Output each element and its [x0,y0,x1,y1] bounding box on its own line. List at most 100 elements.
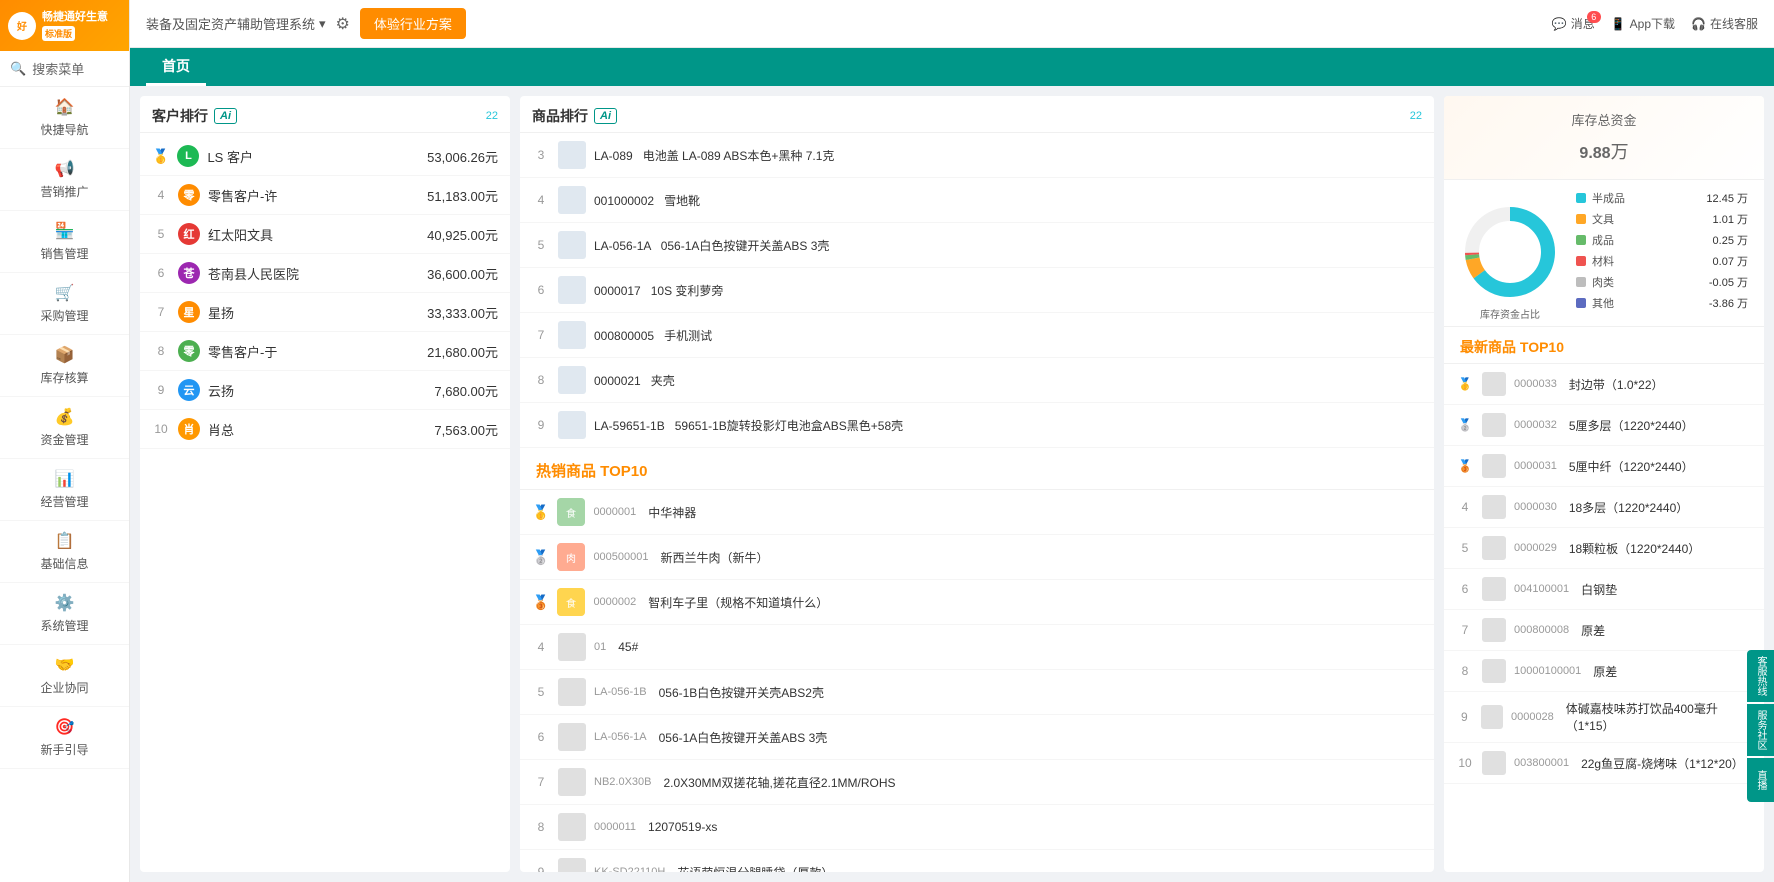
product-info: LA-59651-1B 59651-1B旋转投影灯电池盒ABS黑色+58壳 [594,417,1422,434]
customer-name: LS 客户 [207,147,419,166]
right-panel: 库存总资金 9.88万 [1444,96,1764,872]
product-image [1482,618,1506,642]
product-ranking-count: 22 [1410,110,1422,122]
latest-title-suffix: TOP10 [1516,339,1564,355]
logo-icon: 好 [8,12,36,40]
hot-product-code: 0000001 [593,506,636,518]
notifications-btn[interactable]: 💬 消息 6 [1552,15,1595,32]
hot-product-item: 🥇 食 0000001 中华神器 [520,490,1434,535]
hot-products-suffix: TOP10 [596,463,647,480]
customer-rank-item: 8 零 零售客户-于 21,680.00元 [140,332,510,371]
inventory-summary: 库存总资金 9.88万 [1444,96,1764,180]
basic-icon: 📋 [55,531,75,551]
rank-number: 6 [152,266,170,280]
lp-code: 004100001 [1514,583,1569,595]
rank-badge: L [177,145,199,167]
right-panel-inner: 库存总资金 9.88万 [1444,96,1764,872]
mobile-icon: 📱 [1611,17,1626,31]
customer-rank-item: 6 苍 苍南县人民医院 36,600.00元 [140,254,510,293]
product-info: 0000017 10S 变利萝旁 [594,282,1422,299]
hot-product-name: 智利车子里（规格不知道填什么） [648,594,828,611]
sidebar-item-quick-nav[interactable]: 🏠 快捷导航 [0,87,129,149]
sidebar-item-enterprise[interactable]: 🤝 企业协同 [0,645,129,707]
customer-rank-item: 4 零 零售客户-许 51,183.00元 [140,176,510,215]
lp-name: 22g鱼豆腐-烧烤味（1*12*20） [1581,755,1744,772]
settings-icon[interactable]: ⚙ [336,14,350,34]
product-rank-num: 5 [532,238,550,252]
hot-product-code: KK-SD22110H [594,866,665,872]
product-image: 食 [557,588,585,616]
sidebar-item-sales[interactable]: 🏪 销售管理 [0,211,129,273]
product-image [558,321,586,349]
rank-number: 5 [152,227,170,241]
content-area: 客户排行 Ai 22 🥇 L LS 客户 53,006.26元 4 零 零售客户… [130,86,1774,882]
lp-code: 0000033 [1514,378,1557,390]
chevron-down-icon: ▾ [319,16,326,32]
sidebar-item-basic[interactable]: 📋 基础信息 [0,521,129,583]
tab-home[interactable]: 首页 [146,48,206,86]
product-info: 001000002 雪地靴 [594,192,1422,209]
online-service-btn[interactable]: 🎧 在线客服 [1691,15,1758,32]
customer-amount: 53,006.26元 [427,147,498,166]
search-icon: 🔍 [10,61,26,77]
sidebar-item-system[interactable]: ⚙️ 系统管理 [0,583,129,645]
service-community-btn[interactable]: 服务社区 [1747,704,1774,756]
sidebar-item-purchase[interactable]: 🛒 采购管理 [0,273,129,335]
hot-product-code: 01 [594,641,606,653]
purchase-icon: 🛒 [55,283,75,303]
sidebar-item-label: 销售管理 [40,245,88,262]
legend-item: 其他 -3.86 万 [1576,295,1748,311]
product-rank-num: 6 [532,283,550,297]
customer-service-btn[interactable]: 客服热线 [1747,650,1774,702]
system-title-dropdown[interactable]: 装备及固定资产辅助管理系统 ▾ [146,14,326,33]
product-image [1482,577,1506,601]
lp-name: 5厘中纤（1220*2440） [1569,458,1694,475]
operations-icon: 📊 [55,469,75,489]
try-button[interactable]: 体验行业方案 [360,8,466,39]
latest-product-item: 5 0000029 18颗粒板（1220*2440） [1444,528,1764,569]
sidebar-item-inventory[interactable]: 📦 库存核算 [0,335,129,397]
lp-code: 0000032 [1514,419,1557,431]
rank-number: 4 [152,188,170,202]
latest-product-item: 6 004100001 白钢垫 [1444,569,1764,610]
rank-number: 7 [152,305,170,319]
guide-icon: 🎯 [55,717,75,737]
rank-number: 9 [1456,710,1473,724]
chart-area: 库存资金占比 半成品 12.45 万 文具 1.01 万 [1444,180,1764,327]
livestream-btn[interactable]: 直播 [1747,758,1774,802]
legend-label: 成品 [1592,232,1707,248]
legend-item: 半成品 12.45 万 [1576,190,1748,206]
customer-name: 零售客户-许 [208,186,419,205]
logo-text: 畅捷通好生意 [42,10,108,24]
product-rank-num: 4 [532,193,550,207]
legend-color-dot [1576,214,1586,224]
latest-product-item: 9 0000028 体碱嘉枝味苏打饮品400毫升（1*15） [1444,692,1764,743]
latest-product-item: 10 003800001 22g鱼豆腐-烧烤味（1*12*20） [1444,743,1764,784]
latest-product-item: 8 10000100001 原差 [1444,651,1764,692]
sidebar-item-label: 资金管理 [40,431,88,448]
hot-product-item: 🥉 食 0000002 智利车子里（规格不知道填什么） [520,580,1434,625]
product-rank-num: 3 [532,148,550,162]
sidebar-item-marketing[interactable]: 📢 营销推广 [0,149,129,211]
finance-icon: 💰 [55,407,75,427]
sidebar-search[interactable]: 🔍 搜索菜单 [0,51,129,87]
sidebar-item-finance[interactable]: 💰 资金管理 [0,397,129,459]
product-image [558,231,586,259]
app-download-btn[interactable]: 📱 App下载 [1611,15,1675,32]
sidebar-item-operations[interactable]: 📊 经营管理 [0,459,129,521]
hot-product-item: 5 LA-056-1B 056-1B白色按键开关壳ABS2壳 [520,670,1434,715]
chart-label: 库存资金占比 [1460,306,1560,321]
product-rank-item: 3 LA-089 电池盖 LA-089 ABS本色+黑种 7.1克 [520,133,1434,178]
hot-product-item: 4 01 45# [520,625,1434,670]
sidebar-item-label: 经营管理 [40,493,88,510]
sidebar-item-guide[interactable]: 🎯 新手引导 [0,707,129,769]
search-label: 搜索菜单 [32,59,84,78]
customer-ranking-list: 🥇 L LS 客户 53,006.26元 4 零 零售客户-许 51,183.0… [140,133,510,453]
lp-code: 10000100001 [1514,665,1581,677]
inventory-icon: 📦 [55,345,75,365]
legend-value: -3.86 万 [1709,295,1748,311]
hot-product-code: LA-056-1B [594,686,647,698]
main-wrap: 装备及固定资产辅助管理系统 ▾ ⚙ 体验行业方案 💬 消息 6 📱 App下载 … [130,0,1774,882]
product-rank-item: 4 001000002 雪地靴 [520,178,1434,223]
lp-name: 原差 [1581,622,1605,639]
